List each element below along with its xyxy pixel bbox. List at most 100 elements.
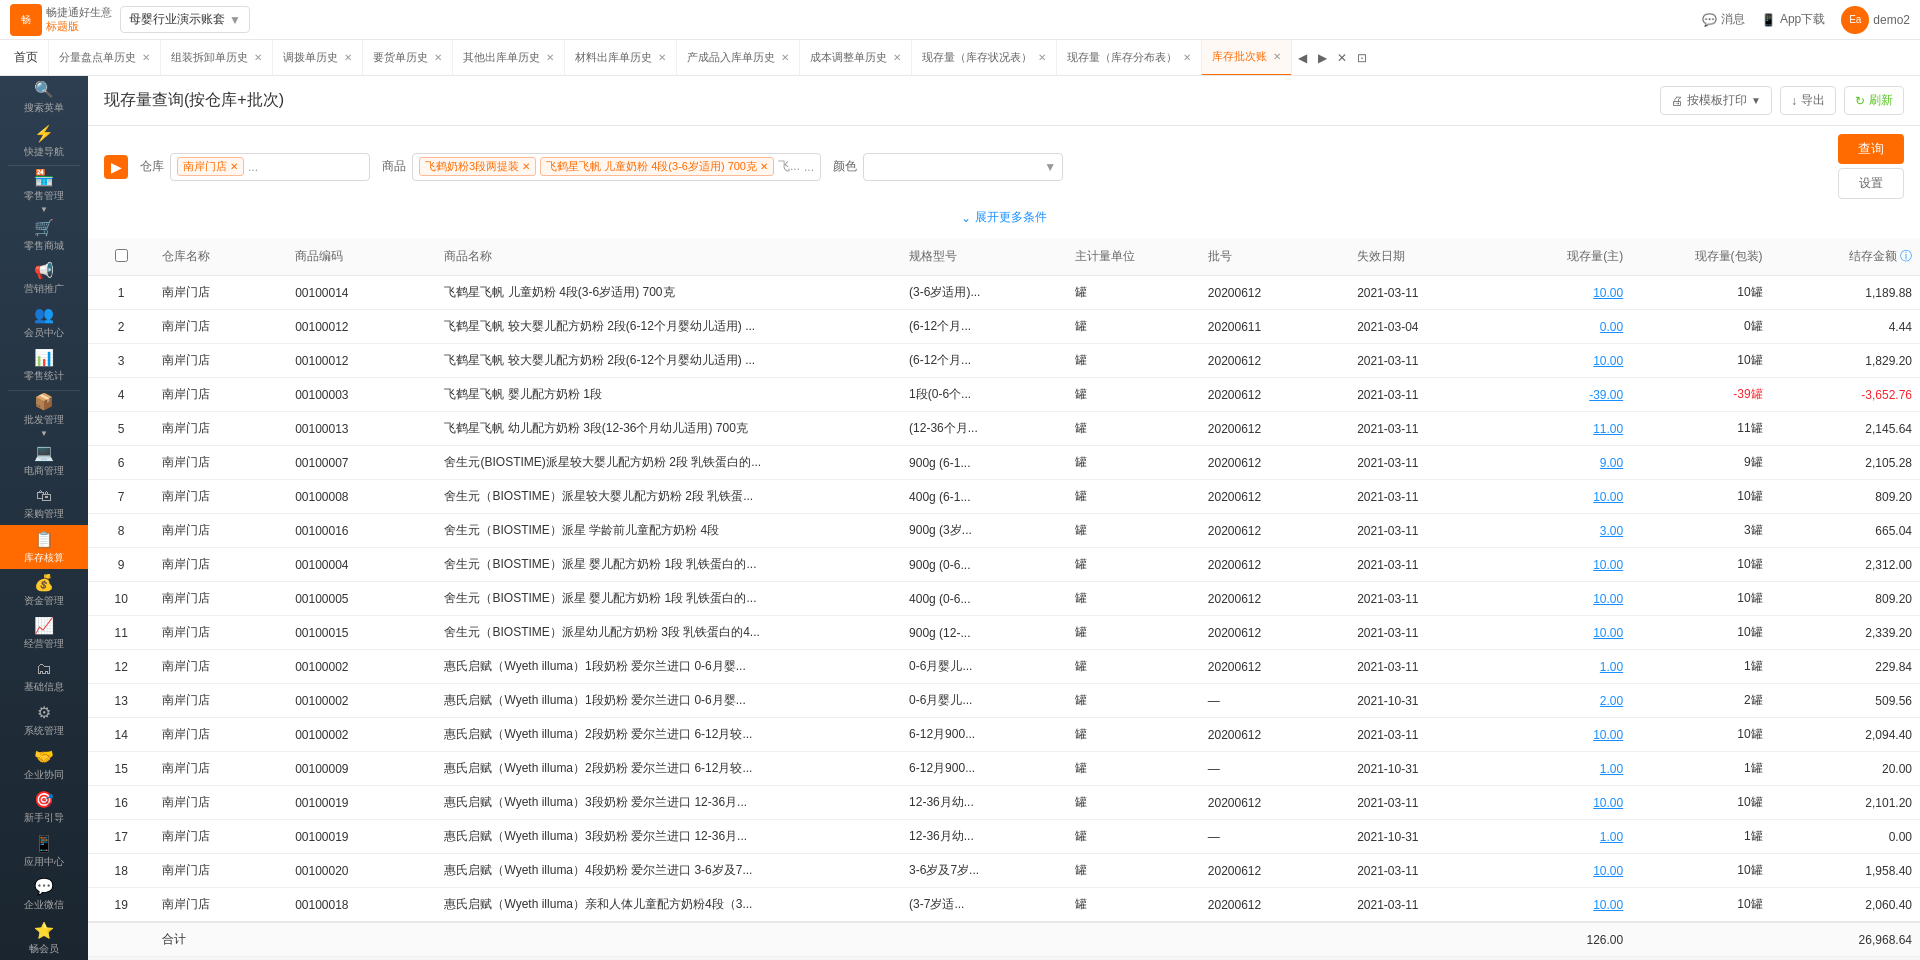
print-button[interactable]: 🖨 按模板打印 ▼ <box>1660 86 1772 115</box>
cell-spec: (6-12个月... <box>901 344 1067 378</box>
color-tag-group[interactable]: ▼ <box>863 153 1063 181</box>
warehouse-tag-close[interactable]: ✕ <box>230 161 238 172</box>
sidebar-item-guide[interactable]: 🎯 新手引导 <box>0 786 88 829</box>
message-btn[interactable]: 💬 消息 <box>1702 11 1745 28</box>
tab-zu-chai[interactable]: 组装拆卸单历史 ✕ <box>161 40 273 76</box>
query-button[interactable]: 查询 <box>1838 134 1904 164</box>
tab-chan-pin[interactable]: 产成品入库单历史 ✕ <box>677 40 800 76</box>
tab-cai-liao[interactable]: 材料出库单历史 ✕ <box>565 40 677 76</box>
tab-close-all-btn[interactable]: ✕ <box>1332 40 1352 76</box>
cell-qty-main[interactable]: 11.00 <box>1498 412 1631 446</box>
sidebar-item-retail-shop[interactable]: 🛒 零售商城 <box>0 214 88 257</box>
product-tag-2-close[interactable]: ✕ <box>760 161 768 172</box>
product-tag-group[interactable]: 飞鹤奶粉3段两提装 ✕ 飞鹤星飞帆 儿童奶粉 4段(3-6岁适用) 700克 ✕… <box>412 153 821 181</box>
table-row: 17 南岸门店 00100019 惠氏启赋（Wyeth illuma）3段奶粉 … <box>88 820 1920 854</box>
select-all-checkbox[interactable] <box>115 249 128 262</box>
th-checkbox[interactable] <box>88 238 154 276</box>
tab-close-icon[interactable]: ✕ <box>781 52 789 63</box>
tab-xian-cun-zhuang[interactable]: 现存量（库存状况表） ✕ <box>912 40 1057 76</box>
tab-next-btn[interactable]: ▶ <box>1312 40 1332 76</box>
cell-qty-pack: 1罐 <box>1631 650 1770 684</box>
cell-qty-main[interactable]: 10.00 <box>1498 276 1631 310</box>
sidebar-item-app-center[interactable]: 📱 应用中心 <box>0 830 88 873</box>
cell-name: 惠氏启赋（Wyeth illuma）1段奶粉 爱尔兰进口 0-6月婴... <box>436 650 901 684</box>
user-area[interactable]: Ea demo2 <box>1841 6 1910 34</box>
filter-row: ▶ 仓库 南岸门店 ✕ ... 商品 <box>104 134 1904 199</box>
sidebar-item-wholesale[interactable]: 📦 批发管理 ▼ <box>0 392 88 438</box>
cell-qty-main[interactable]: 10.00 <box>1498 582 1631 616</box>
cell-qty-main[interactable]: 10.00 <box>1498 548 1631 582</box>
tab-cheng-ben[interactable]: 成本调整单历史 ✕ <box>800 40 912 76</box>
sidebar-item-nav[interactable]: ⚡ 快捷导航 <box>0 119 88 162</box>
sidebar-item-finance[interactable]: 💰 资金管理 <box>0 569 88 612</box>
tab-yao-huo[interactable]: 要货单历史 ✕ <box>363 40 453 76</box>
cell-index: 12 <box>88 650 154 684</box>
tab-xian-cun-fen[interactable]: 现存量（库存分布表） ✕ <box>1057 40 1202 76</box>
cell-batch: 20200612 <box>1200 582 1349 616</box>
tab-prev-btn[interactable]: ◀ <box>1292 40 1312 76</box>
cell-warehouse: 南岸门店 <box>154 514 287 548</box>
tab-close-icon[interactable]: ✕ <box>434 52 442 63</box>
cell-qty-main[interactable]: 1.00 <box>1498 752 1631 786</box>
expand-more-conditions[interactable]: ⌄ 展开更多条件 <box>104 205 1904 230</box>
sidebar-item-purchase[interactable]: 🛍 采购管理 <box>0 482 88 525</box>
cell-balance: 20.00 <box>1771 752 1920 786</box>
sidebar-item-inventory[interactable]: 📋 库存核算 <box>0 525 88 568</box>
warehouse-tag-group[interactable]: 南岸门店 ✕ ... <box>170 153 370 181</box>
export-button[interactable]: ↓ 导出 <box>1780 86 1836 115</box>
tab-close-icon[interactable]: ✕ <box>142 52 150 63</box>
cell-qty-main[interactable]: 1.00 <box>1498 650 1631 684</box>
table-row: 14 南岸门店 00100002 惠氏启赋（Wyeth illuma）2段奶粉 … <box>88 718 1920 752</box>
sidebar-item-business[interactable]: 📈 经营管理 <box>0 612 88 655</box>
tab-close-icon[interactable]: ✕ <box>1183 52 1191 63</box>
cell-qty-main[interactable]: 0.00 <box>1498 310 1631 344</box>
cell-qty-main[interactable]: 10.00 <box>1498 888 1631 923</box>
sidebar-item-system[interactable]: ⚙ 系统管理 <box>0 699 88 742</box>
app-download-btn[interactable]: 📱 App下载 <box>1761 11 1825 28</box>
cell-qty-main[interactable]: 2.00 <box>1498 684 1631 718</box>
cell-qty-main[interactable]: 3.00 <box>1498 514 1631 548</box>
tab-close-icon[interactable]: ✕ <box>1038 52 1046 63</box>
sidebar-item-ecommerce[interactable]: 💻 电商管理 <box>0 438 88 481</box>
sidebar-item-vip[interactable]: ⭐ 畅会员 <box>0 917 88 960</box>
cell-qty-main[interactable]: 10.00 <box>1498 786 1631 820</box>
cell-qty-main[interactable]: 10.00 <box>1498 480 1631 514</box>
sidebar-item-search[interactable]: 🔍 搜索英单 <box>0 76 88 119</box>
th-warehouse: 仓库名称 <box>154 238 287 276</box>
tab-close-icon[interactable]: ✕ <box>658 52 666 63</box>
tab-close-icon[interactable]: ✕ <box>254 52 262 63</box>
tab-home[interactable]: 首页 <box>4 40 49 76</box>
cell-code: 00100002 <box>287 718 436 752</box>
cell-qty-main[interactable]: 10.00 <box>1498 854 1631 888</box>
refresh-button[interactable]: ↻ 刷新 <box>1844 86 1904 115</box>
cell-qty-main[interactable]: 10.00 <box>1498 718 1631 752</box>
cell-qty-main[interactable]: 10.00 <box>1498 616 1631 650</box>
org-select[interactable]: 母婴行业演示账套 ▼ <box>120 6 250 33</box>
sidebar-item-members[interactable]: 👥 会员中心 <box>0 301 88 344</box>
sidebar-item-retail-stats[interactable]: 📊 零售统计 <box>0 344 88 387</box>
tab-close-icon[interactable]: ✕ <box>546 52 554 63</box>
tab-qi-ta-chu[interactable]: 其他出库单历史 ✕ <box>453 40 565 76</box>
tab-ku-cun-pi[interactable]: 库存批次账 ✕ <box>1202 40 1292 76</box>
tab-close-icon[interactable]: ✕ <box>344 52 352 63</box>
cell-spec: 6-12月900... <box>901 718 1067 752</box>
sidebar-item-marketing[interactable]: 📢 营销推广 <box>0 257 88 300</box>
setting-button[interactable]: 设置 <box>1838 168 1904 199</box>
tab-close-icon[interactable]: ✕ <box>1273 51 1281 62</box>
product-tag-1-close[interactable]: ✕ <box>522 161 530 172</box>
ecommerce-icon: 💻 <box>34 443 54 462</box>
sidebar-item-wechat[interactable]: 💬 企业微信 <box>0 873 88 916</box>
cell-qty-main[interactable]: 9.00 <box>1498 446 1631 480</box>
tab-tiao-bo[interactable]: 调拨单历史 ✕ <box>273 40 363 76</box>
cell-qty-main[interactable]: 1.00 <box>1498 820 1631 854</box>
sidebar-item-basic[interactable]: 🗂 基础信息 <box>0 656 88 699</box>
tab-more-btn[interactable]: ⊡ <box>1352 40 1372 76</box>
cell-qty-main[interactable]: -39.00 <box>1498 378 1631 412</box>
filter-expand-btn[interactable]: ▶ <box>104 155 128 179</box>
tab-close-icon[interactable]: ✕ <box>893 52 901 63</box>
sidebar-item-retail[interactable]: 🏪 零售管理 ▼ <box>0 168 88 214</box>
tab-fen-pan[interactable]: 分量盘点单历史 ✕ <box>49 40 161 76</box>
sidebar-item-enterprise[interactable]: 🤝 企业协同 <box>0 743 88 786</box>
warehouse-tag: 南岸门店 ✕ <box>177 157 244 176</box>
cell-qty-main[interactable]: 10.00 <box>1498 344 1631 378</box>
